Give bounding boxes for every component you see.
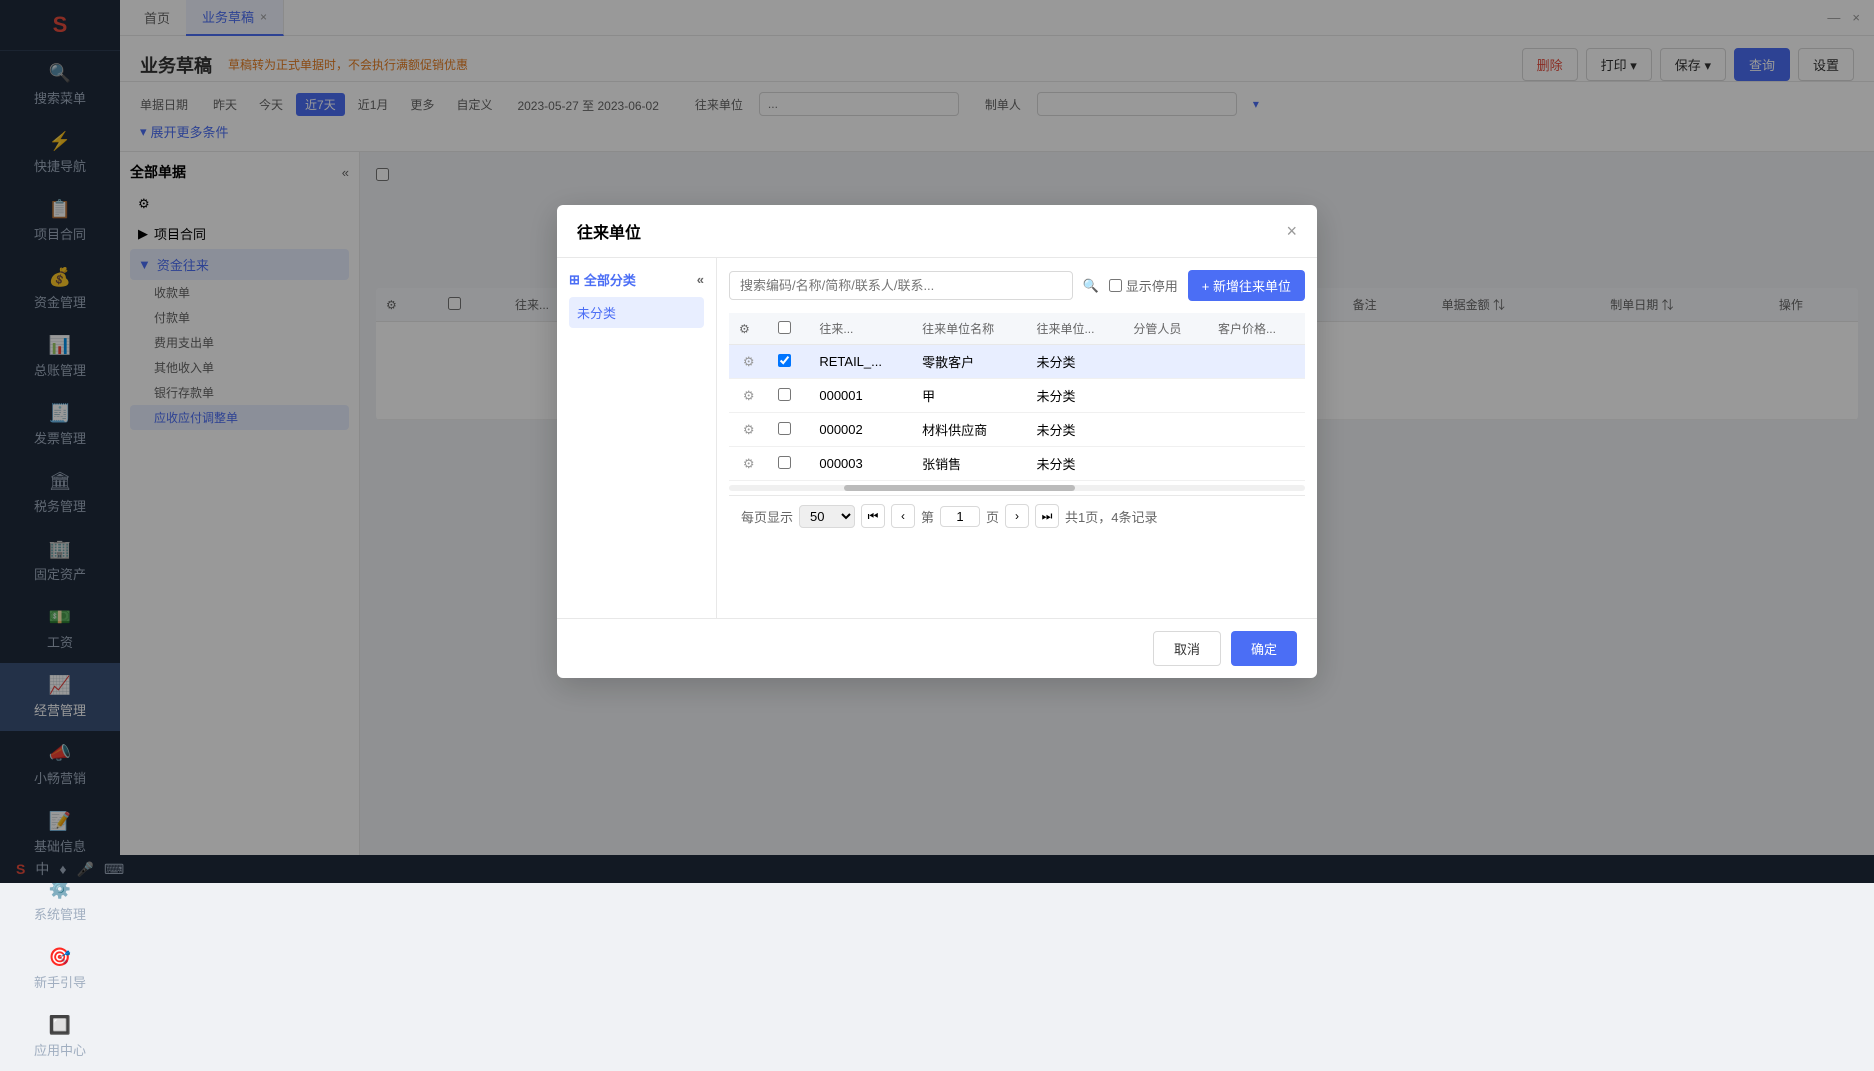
modal-col-code[interactable]: 往来... bbox=[809, 313, 912, 345]
row-manager bbox=[1123, 447, 1208, 481]
modal-confirm-button[interactable]: 确定 bbox=[1231, 631, 1297, 666]
row-category: 未分类 bbox=[1026, 413, 1123, 447]
show-disabled-checkbox[interactable] bbox=[1109, 279, 1122, 292]
row-checkbox[interactable] bbox=[768, 379, 809, 413]
modal-search-icon[interactable]: 🔍 bbox=[1083, 278, 1099, 294]
add-counterpart-label: + 新增往来单位 bbox=[1202, 279, 1291, 294]
first-page-button[interactable]: ⏮ bbox=[861, 504, 885, 528]
modal-header-checkbox[interactable] bbox=[778, 321, 791, 334]
row-settings-icon[interactable]: ⚙ bbox=[729, 379, 768, 413]
row-code: 000002 bbox=[809, 413, 912, 447]
row-category: 未分类 bbox=[1026, 379, 1123, 413]
modal-cancel-button[interactable]: 取消 bbox=[1153, 631, 1221, 666]
counterpart-modal: 往来单位 × ⊞ 全部分类 « 未分类 🔍 bbox=[557, 205, 1317, 678]
modal-left-collapse-button[interactable]: « bbox=[697, 272, 704, 287]
modal-col-settings[interactable]: ⚙ bbox=[729, 313, 768, 345]
row-manager bbox=[1123, 413, 1208, 447]
sidebar-item-label: 应用中心 bbox=[34, 1040, 86, 1059]
sidebar-item-label: 系统管理 bbox=[34, 904, 86, 923]
modal-table: ⚙ 往来... 往来单位名称 往来单位... 分管人员 客户价格... ⚙ bbox=[729, 313, 1305, 481]
modal-scrollbar-thumb bbox=[844, 485, 1074, 491]
modal-table-row[interactable]: ⚙ 000001 甲 未分类 bbox=[729, 379, 1305, 413]
grid-icon: ⊞ bbox=[569, 272, 580, 288]
sidebar-item-label: 新手引导 bbox=[34, 972, 86, 991]
current-page-input[interactable] bbox=[940, 506, 980, 527]
modal-table-row[interactable]: ⚙ RETAIL_... 零散客户 未分类 bbox=[729, 345, 1305, 379]
row-code: 000003 bbox=[809, 447, 912, 481]
row-name: 张销售 bbox=[912, 447, 1026, 481]
show-disabled-text: 显示停用 bbox=[1126, 276, 1178, 295]
row-price-level bbox=[1208, 379, 1305, 413]
row-settings-icon[interactable]: ⚙ bbox=[729, 447, 768, 481]
per-page-select[interactable]: 50 100 bbox=[799, 505, 855, 528]
sidebar-item-new-guide[interactable]: 🎯 新手引导 bbox=[0, 935, 120, 1003]
row-checkbox[interactable] bbox=[768, 447, 809, 481]
row-name: 零散客户 bbox=[912, 345, 1026, 379]
row-code: 000001 bbox=[809, 379, 912, 413]
show-disabled-label: 显示停用 bbox=[1109, 276, 1178, 295]
row-checkbox[interactable] bbox=[768, 413, 809, 447]
modal-category-title: ⊞ 全部分类 « bbox=[569, 270, 704, 289]
row-settings-icon[interactable]: ⚙ bbox=[729, 345, 768, 379]
modal-table-wrapper: ⚙ 往来... 往来单位名称 往来单位... 分管人员 客户价格... ⚙ bbox=[729, 313, 1305, 481]
modal-close-button[interactable]: × bbox=[1286, 222, 1297, 240]
row-manager bbox=[1123, 345, 1208, 379]
next-page-button[interactable]: › bbox=[1005, 504, 1029, 528]
modal-footer: 每页显示 50 100 ⏮ ‹ 第 页 › ⏭ 共1页，4条记录 bbox=[729, 495, 1305, 536]
row-price-level bbox=[1208, 413, 1305, 447]
row-category: 未分类 bbox=[1026, 345, 1123, 379]
modal-col-name[interactable]: 往来单位名称 bbox=[912, 313, 1026, 345]
modal-col-checkbox[interactable] bbox=[768, 313, 809, 345]
modal-scrollbar[interactable] bbox=[729, 485, 1305, 491]
row-settings-icon[interactable]: ⚙ bbox=[729, 413, 768, 447]
modal-pagination: 每页显示 50 100 ⏮ ‹ 第 页 › ⏭ 共1页，4条记录 bbox=[741, 504, 1158, 528]
last-page-button[interactable]: ⏭ bbox=[1035, 504, 1059, 528]
modal-col-price[interactable]: 客户价格... bbox=[1208, 313, 1305, 345]
modal-body: ⊞ 全部分类 « 未分类 🔍 显示停用 bbox=[557, 258, 1317, 618]
row-manager bbox=[1123, 379, 1208, 413]
row-checkbox[interactable] bbox=[768, 345, 809, 379]
modal-header: 往来单位 × bbox=[557, 205, 1317, 258]
add-counterpart-button[interactable]: + 新增往来单位 bbox=[1188, 270, 1305, 301]
modal-title: 往来单位 bbox=[577, 219, 641, 243]
modal-overlay[interactable]: 往来单位 × ⊞ 全部分类 « 未分类 🔍 bbox=[0, 0, 1874, 883]
cancel-label: 取消 bbox=[1174, 642, 1200, 657]
row-select-checkbox[interactable] bbox=[778, 354, 791, 367]
row-price-level bbox=[1208, 345, 1305, 379]
modal-search-input[interactable] bbox=[729, 271, 1073, 300]
total-records: 共1页，4条记录 bbox=[1065, 507, 1157, 526]
row-name: 材料供应商 bbox=[912, 413, 1026, 447]
modal-col-type[interactable]: 往来单位... bbox=[1026, 313, 1123, 345]
modal-table-row[interactable]: ⚙ 000002 材料供应商 未分类 bbox=[729, 413, 1305, 447]
confirm-label: 确定 bbox=[1251, 642, 1277, 657]
row-category: 未分类 bbox=[1026, 447, 1123, 481]
prev-page-button[interactable]: ‹ bbox=[891, 504, 915, 528]
modal-cat-label: 未分类 bbox=[577, 306, 616, 321]
modal-category-label: 全部分类 bbox=[584, 270, 636, 289]
app-icon: 🔲 bbox=[49, 1015, 71, 1036]
modal-search-row: 🔍 显示停用 + 新增往来单位 bbox=[729, 270, 1305, 301]
page-suffix: 页 bbox=[986, 507, 999, 526]
per-page-label: 每页显示 bbox=[741, 507, 793, 526]
row-name: 甲 bbox=[912, 379, 1026, 413]
row-select-checkbox[interactable] bbox=[778, 422, 791, 435]
guide-icon: 🎯 bbox=[49, 947, 71, 968]
modal-table-header: ⚙ 往来... 往来单位名称 往来单位... 分管人员 客户价格... bbox=[729, 313, 1305, 345]
modal-col-manager[interactable]: 分管人员 bbox=[1123, 313, 1208, 345]
modal-table-row[interactable]: ⚙ 000003 张销售 未分类 bbox=[729, 447, 1305, 481]
row-price-level bbox=[1208, 447, 1305, 481]
modal-left-panel: ⊞ 全部分类 « 未分类 bbox=[557, 258, 717, 618]
modal-right-panel: 🔍 显示停用 + 新增往来单位 ⚙ bbox=[717, 258, 1317, 618]
row-select-checkbox[interactable] bbox=[778, 388, 791, 401]
modal-actions: 取消 确定 bbox=[557, 618, 1317, 678]
page-label: 第 bbox=[921, 507, 934, 526]
sidebar-item-app-center[interactable]: 🔲 应用中心 bbox=[0, 1003, 120, 1071]
modal-cat-item-unclassified[interactable]: 未分类 bbox=[569, 297, 704, 328]
row-code: RETAIL_... bbox=[809, 345, 912, 379]
row-select-checkbox[interactable] bbox=[778, 456, 791, 469]
